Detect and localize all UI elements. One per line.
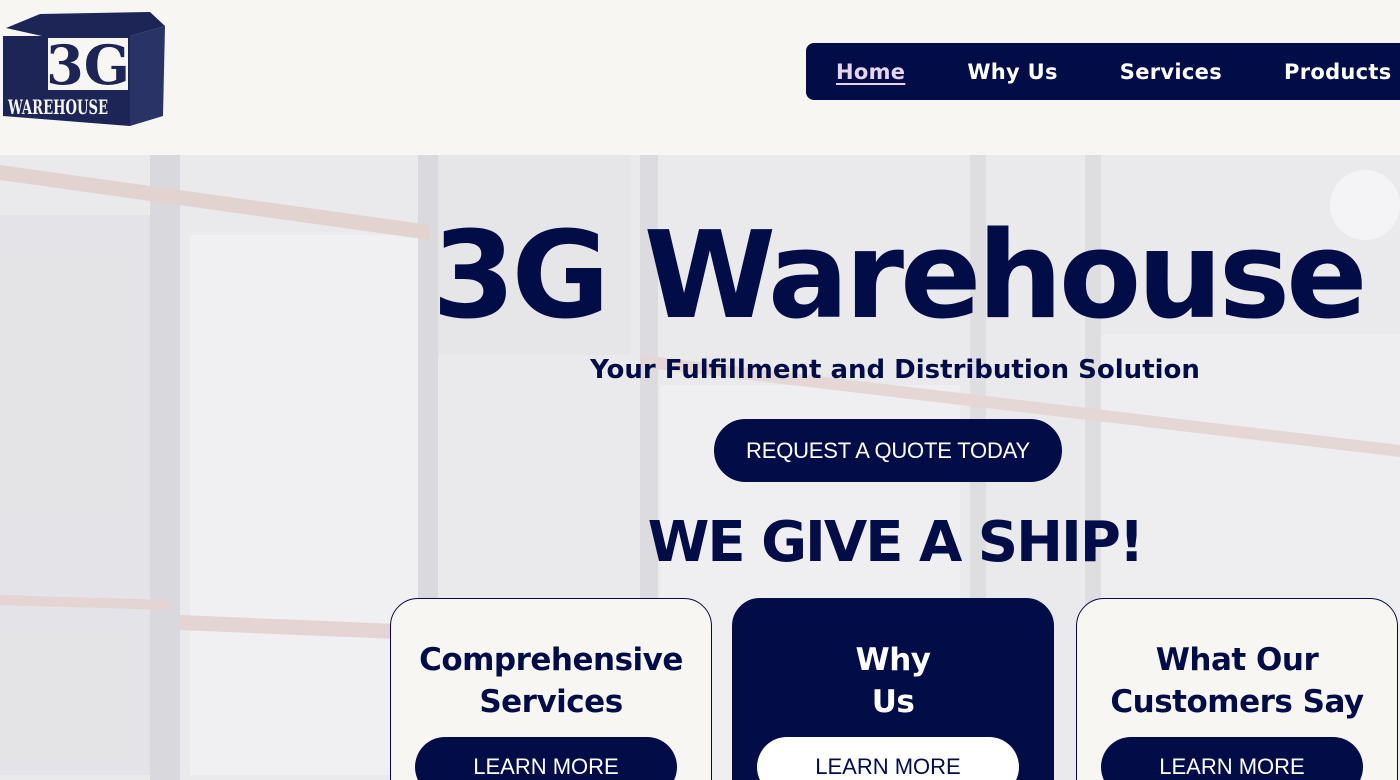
tagline: WE GIVE A SHIP! [647, 510, 1145, 575]
nav-why-us[interactable]: Why Us [967, 60, 1057, 84]
site-header: 3G WAREHOUSE Home Why Us Services Produc… [0, 0, 1400, 155]
card-why-us: Why Us LEARN MORE [732, 598, 1054, 780]
card-title-line2: Services [479, 684, 623, 720]
hero-subtitle: Your Fulfillment and Distribution Soluti… [590, 355, 1200, 385]
card-title: Why Us [743, 639, 1043, 723]
logo-3g-text: 3G [46, 33, 130, 97]
card-title-line2: Customers Say [1110, 684, 1364, 720]
main-nav: Home Why Us Services Products [806, 43, 1400, 100]
card-title-line1: Why [855, 642, 931, 678]
card-title-line1: Comprehensive [419, 642, 683, 678]
card-title: What Our Customers Say [1087, 639, 1387, 723]
card-title-line1: What Our [1155, 642, 1319, 678]
learn-more-why-us-button[interactable]: LEARN MORE [757, 737, 1019, 780]
card-title: Comprehensive Services [401, 639, 701, 723]
hero-title: 3G Warehouse [432, 207, 1368, 346]
nav-products[interactable]: Products [1284, 60, 1392, 84]
logo[interactable]: 3G WAREHOUSE [0, 6, 168, 138]
hero-section: 3G Warehouse Your Fulfillment and Distri… [0, 155, 1400, 780]
nav-services[interactable]: Services [1120, 60, 1222, 84]
learn-more-services-button[interactable]: LEARN MORE [415, 737, 677, 780]
card-comprehensive-services: Comprehensive Services LEARN MORE [390, 598, 712, 780]
request-quote-button[interactable]: REQUEST A QUOTE TODAY [714, 419, 1062, 482]
nav-home[interactable]: Home [836, 60, 905, 84]
svg-text:WAREHOUSE: WAREHOUSE [7, 95, 108, 119]
card-customers-say: What Our Customers Say LEARN MORE [1076, 598, 1398, 780]
learn-more-customers-button[interactable]: LEARN MORE [1101, 737, 1363, 780]
card-title-line2: Us [871, 684, 915, 720]
